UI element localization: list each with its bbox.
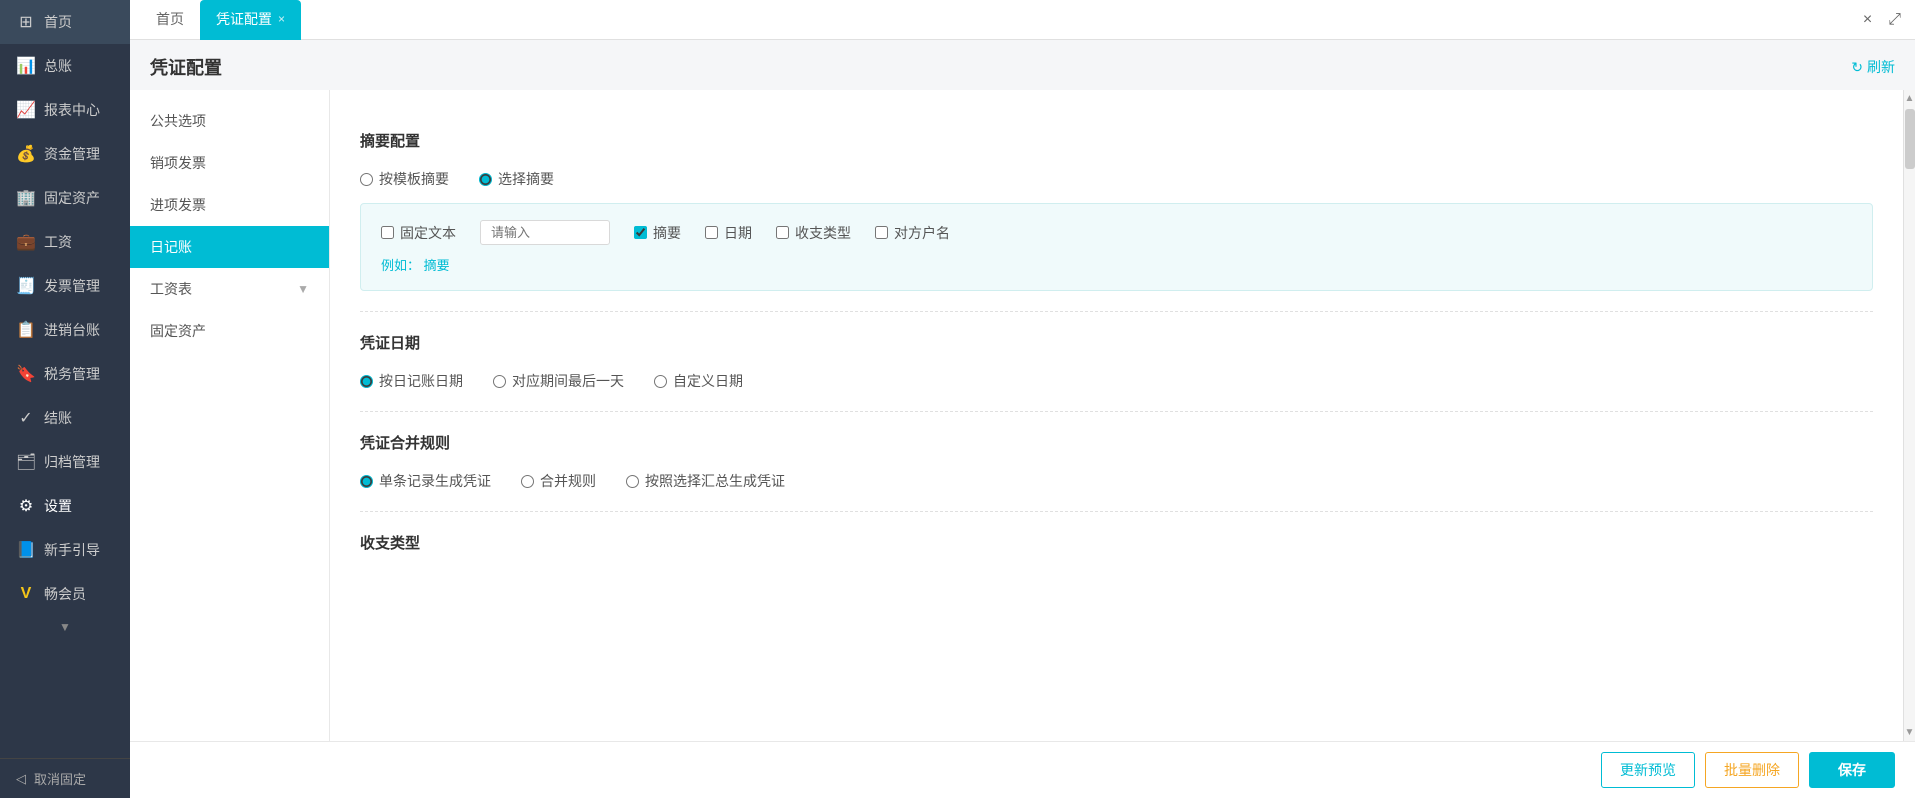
radio-select-summary[interactable]: 选择摘要 (479, 169, 554, 189)
left-nav: 公共选项 销项发票 进项发票 日记账 工资表 ▼ 固定资产 (130, 90, 330, 741)
radio-custom-date[interactable]: 自定义日期 (654, 371, 743, 391)
section-merge-title: 凭证合并规则 (360, 432, 1873, 453)
vip-icon: V (16, 585, 36, 603)
content-wrapper: 凭证配置 ↻ 刷新 公共选项 销项发票 进项发票 日记账 (130, 40, 1915, 798)
check-income-expense-type[interactable]: 收支类型 (776, 223, 851, 243)
sidebar-item-home[interactable]: ⊞ 首页 (0, 0, 130, 44)
archive-icon: 🗂 (16, 452, 36, 472)
trade-icon: 📋 (16, 320, 36, 340)
left-nav-fixed-assets[interactable]: 固定资产 (130, 310, 329, 352)
voucher-date-radio-group: 按日记账日期 对应期间最后一天 自定义日期 (360, 371, 1873, 391)
batch-delete-button[interactable]: 批量删除 (1705, 752, 1799, 788)
pin-icon: ◁ (16, 771, 26, 787)
left-nav-public-options[interactable]: 公共选项 (130, 100, 329, 142)
radio-template-summary[interactable]: 按模板摘要 (360, 169, 449, 189)
merge-rule-radio-group: 单条记录生成凭证 合并规则 按照选择汇总生成凭证 (360, 471, 1873, 491)
radio-summary-voucher[interactable]: 按照选择汇总生成凭证 (626, 471, 785, 491)
sidebar-item-guide[interactable]: 📘 新手引导 (0, 528, 130, 572)
left-nav-sales-invoice[interactable]: 销项发票 (130, 142, 329, 184)
sidebar-item-archive[interactable]: 🗂 归档管理 (0, 440, 130, 484)
guide-icon: 📘 (16, 540, 36, 560)
sidebar-unpin[interactable]: ◁ 取消固定 (0, 758, 130, 798)
tab-bar: 首页 凭证配置 × × ⤢ (130, 0, 1915, 40)
radio-merge-rule[interactable]: 合并规则 (521, 471, 596, 491)
body-layout: 公共选项 销项发票 进项发票 日记账 工资表 ▼ 固定资产 (130, 90, 1915, 741)
check-date[interactable]: 日期 (705, 223, 752, 243)
tab-bar-actions: × ⤢ (1859, 7, 1905, 33)
radio-period-last[interactable]: 对应期间最后一天 (493, 371, 624, 391)
summary-radio-group: 按模板摘要 选择摘要 (360, 169, 1873, 189)
update-preview-button[interactable]: 更新预览 (1601, 752, 1695, 788)
save-button[interactable]: 保存 (1809, 752, 1895, 788)
checkout-icon: ✓ (16, 408, 36, 428)
summary-checkboxes: 固定文本 摘要 日期 (381, 220, 1852, 245)
check-counter-name[interactable]: 对方户名 (875, 223, 950, 243)
outer-scrollbar: ▲ ▼ (1903, 90, 1915, 741)
sidebar-item-ledger[interactable]: 📊 总账 (0, 44, 130, 88)
scroll-thumb[interactable] (1905, 109, 1915, 169)
sidebar-item-settings[interactable]: ⚙ 设置 (0, 484, 130, 528)
tab-home[interactable]: 首页 (140, 0, 200, 40)
tab-close-btn[interactable]: × (278, 12, 285, 26)
chevron-down-icon: ▼ (297, 282, 309, 296)
left-nav-payroll[interactable]: 工资表 ▼ (130, 268, 329, 310)
sidebar-item-tax[interactable]: 🔖 税务管理 (0, 352, 130, 396)
refresh-button[interactable]: ↻ 刷新 (1851, 57, 1895, 77)
sidebar-item-invoice[interactable]: 🧾 发票管理 (0, 264, 130, 308)
check-summary[interactable]: 摘要 (634, 223, 681, 243)
sidebar-item-checkout[interactable]: ✓ 结账 (0, 396, 130, 440)
section-merge-rule: 凭证合并规则 单条记录生成凭证 合并规则 按照选择汇总生成凭证 (360, 412, 1873, 512)
assets-icon: 🏢 (16, 188, 36, 208)
section-income-expense: 收支类型 (360, 512, 1873, 591)
radio-journal-date[interactable]: 按日记账日期 (360, 371, 463, 391)
sidebar-item-trade[interactable]: 📋 进销台账 (0, 308, 130, 352)
sidebar-item-vip[interactable]: V 畅会员 (0, 572, 130, 616)
settings-icon: ⚙ (16, 496, 36, 516)
tax-icon: 🔖 (16, 364, 36, 384)
section-summary-config: 摘要配置 按模板摘要 选择摘要 (360, 110, 1873, 312)
home-icon: ⊞ (16, 12, 36, 32)
radio-single-record[interactable]: 单条记录生成凭证 (360, 471, 491, 491)
tab-expand-btn[interactable]: ⤢ (1884, 7, 1905, 33)
sidebar-scroll-down[interactable]: ▼ (0, 616, 130, 638)
reports-icon: 📈 (16, 100, 36, 120)
invoice-icon: 🧾 (16, 276, 36, 296)
sidebar-item-assets[interactable]: 🏢 固定资产 (0, 176, 130, 220)
section-voucher-date: 凭证日期 按日记账日期 对应期间最后一天 自定义日期 (360, 312, 1873, 412)
check-fixed-text[interactable]: 固定文本 (381, 223, 456, 243)
salary-icon: 💼 (16, 232, 36, 252)
section-income-title: 收支类型 (360, 532, 1873, 553)
main-area: 首页 凭证配置 × × ⤢ 凭证配置 ↻ 刷新 公共选项 (130, 0, 1915, 798)
section-summary-title: 摘要配置 (360, 130, 1873, 151)
sidebar: ⊞ 首页 📊 总账 📈 报表中心 💰 资金管理 🏢 固定资产 💼 工资 🧾 发票… (0, 0, 130, 798)
scroll-down-arrow[interactable]: ▼ (1904, 724, 1915, 741)
right-content: 摘要配置 按模板摘要 选择摘要 (330, 90, 1903, 741)
funds-icon: 💰 (16, 144, 36, 164)
scroll-up-arrow[interactable]: ▲ (1904, 90, 1915, 107)
sidebar-item-funds[interactable]: 💰 资金管理 (0, 132, 130, 176)
left-nav-journal[interactable]: 日记账 (130, 226, 329, 268)
sidebar-item-salary[interactable]: 💼 工资 (0, 220, 130, 264)
bottom-bar: 更新预览 批量删除 保存 (130, 741, 1915, 798)
summary-example: 例如： 摘要 (381, 255, 1852, 274)
fixed-text-input[interactable] (480, 220, 610, 245)
sidebar-item-reports[interactable]: 📈 报表中心 (0, 88, 130, 132)
section-date-title: 凭证日期 (360, 332, 1873, 353)
refresh-icon: ↻ (1851, 59, 1863, 76)
tab-voucher-config[interactable]: 凭证配置 × (200, 0, 301, 40)
left-nav-purchase-invoice[interactable]: 进项发票 (130, 184, 329, 226)
page-title: 凭证配置 (150, 54, 222, 80)
tab-close-window-btn[interactable]: × (1859, 7, 1876, 33)
page-header: 凭证配置 ↻ 刷新 (130, 40, 1915, 90)
ledger-icon: 📊 (16, 56, 36, 76)
summary-config-box: 固定文本 摘要 日期 (360, 203, 1873, 291)
